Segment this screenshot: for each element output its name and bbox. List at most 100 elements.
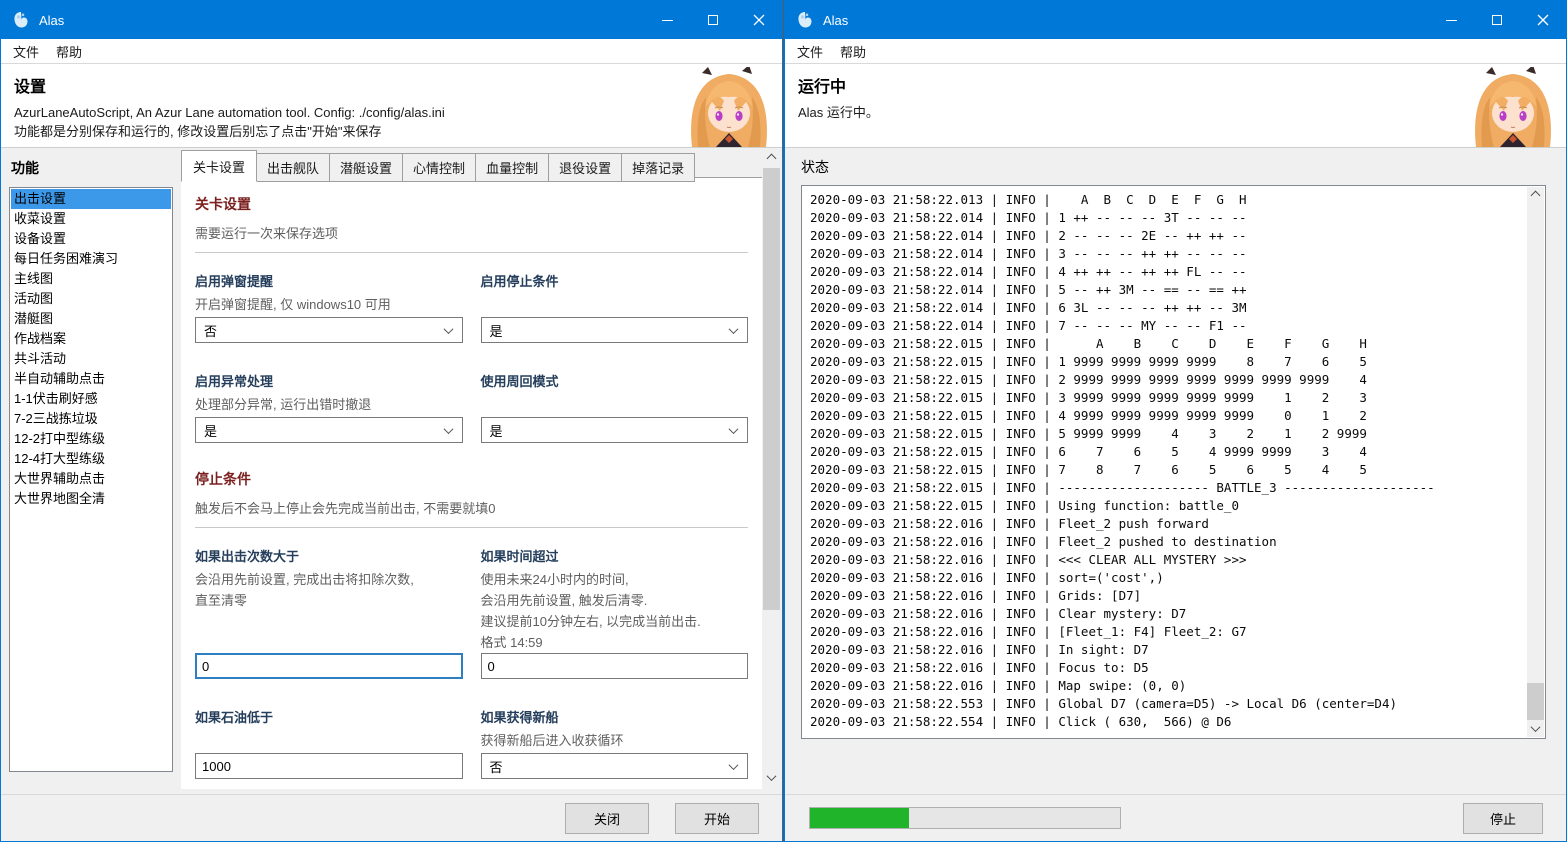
- maximize-button[interactable]: [690, 1, 736, 39]
- log-line: 2020-09-03 21:58:22.014 | INFO | 7 -- --…: [810, 317, 1527, 335]
- log-timestamp: 2020-09-03 21:58:22.014: [810, 264, 983, 279]
- tab[interactable]: 血量控制: [475, 153, 549, 182]
- log-message: sort=('cost',): [1058, 570, 1163, 585]
- dropdown[interactable]: 否: [481, 753, 749, 779]
- sidebar-item[interactable]: 12-2打中型练级: [11, 429, 171, 449]
- sidebar-item[interactable]: 设备设置: [11, 229, 171, 249]
- log-message: Using function: battle_0: [1058, 498, 1239, 513]
- maximize-button[interactable]: [1474, 1, 1520, 39]
- log-message: <<< CLEAR ALL MYSTERY >>>: [1058, 552, 1246, 567]
- log-timestamp: 2020-09-03 21:58:22.016: [810, 660, 983, 675]
- scroll-up-button[interactable]: [763, 150, 780, 167]
- minimize-button[interactable]: [644, 1, 690, 39]
- scrollbar-thumb[interactable]: [1527, 683, 1544, 720]
- scroll-up-button[interactable]: [1527, 187, 1544, 204]
- log-message: [Fleet_1: F4] Fleet_2: G7: [1058, 624, 1246, 639]
- log-line: 2020-09-03 21:58:22.016 | INFO | [Fleet_…: [810, 623, 1527, 641]
- tab[interactable]: 掉落记录: [621, 153, 695, 182]
- titlebar[interactable]: Alas: [785, 1, 1566, 39]
- stop-button[interactable]: 停止: [1463, 803, 1543, 834]
- sidebar-item[interactable]: 潜艇图: [11, 309, 171, 329]
- log-message: 5 9999 9999 4 3 2 1 2 9999: [1058, 426, 1367, 441]
- log-timestamp: 2020-09-03 21:58:22.015: [810, 354, 983, 369]
- tab[interactable]: 潜艇设置: [329, 153, 403, 182]
- sidebar-item[interactable]: 每日任务困难演习: [11, 249, 171, 269]
- close-button[interactable]: [736, 1, 782, 39]
- progress-fill: [810, 808, 909, 828]
- menu-item[interactable]: 帮助: [840, 42, 875, 61]
- log-output[interactable]: 2020-09-03 21:58:22.013 | INFO | A B C D…: [801, 185, 1546, 739]
- sidebar-item[interactable]: 7-2三战拣垃圾: [11, 409, 171, 429]
- section-heading: 停止条件: [195, 469, 748, 489]
- tab[interactable]: 心情控制: [402, 153, 476, 182]
- sidebar-heading: 功能: [11, 158, 173, 178]
- sidebar-item[interactable]: 主线图: [11, 269, 171, 289]
- tab-bar: 关卡设置出击舰队潜艇设置心情控制血量控制退役设置掉落记录: [181, 150, 762, 182]
- log-line: 2020-09-03 21:58:22.015 | INFO | 5 9999 …: [810, 425, 1527, 443]
- form-field: 启用弹窗提醒 开启弹窗提醒, 仅 windows10 可用 否: [195, 271, 463, 343]
- maximize-icon: [1492, 15, 1502, 25]
- scroll-down-button[interactable]: [1527, 720, 1544, 737]
- log-level: INFO: [1006, 336, 1036, 351]
- log-level: INFO: [1006, 678, 1036, 693]
- log-timestamp: 2020-09-03 21:58:22.016: [810, 534, 983, 549]
- field-label: 如果获得新船: [481, 707, 749, 726]
- log-message: 4 ++ ++ -- ++ ++ FL -- --: [1058, 264, 1246, 279]
- dropdown[interactable]: 否: [195, 317, 463, 343]
- sidebar-item[interactable]: 大世界地图全清: [11, 489, 171, 509]
- sidebar-item[interactable]: 作战档案: [11, 329, 171, 349]
- log-level: INFO: [1006, 516, 1036, 531]
- menu-item[interactable]: 文件: [13, 42, 48, 61]
- menu-item[interactable]: 文件: [797, 42, 832, 61]
- sidebar-item[interactable]: 收菜设置: [11, 209, 171, 229]
- log-level: INFO: [1006, 354, 1036, 369]
- tab[interactable]: 关卡设置: [181, 150, 257, 182]
- tab[interactable]: 退役设置: [548, 153, 622, 182]
- menu-item[interactable]: 帮助: [56, 42, 91, 61]
- scrollbar-thumb[interactable]: [763, 168, 780, 610]
- log-message: 3 9999 9999 9999 9999 9999 1 2 3: [1058, 390, 1367, 405]
- log-message: 5 -- ++ 3M -- == -- == ++: [1058, 282, 1246, 297]
- avatar: [1470, 67, 1556, 147]
- log-message: In sight: D7: [1058, 642, 1148, 657]
- log-timestamp: 2020-09-03 21:58:22.014: [810, 246, 983, 261]
- text-input[interactable]: [195, 753, 463, 779]
- text-input[interactable]: [195, 653, 463, 679]
- section-description: 需要运行一次来保存选项: [195, 223, 748, 242]
- dropdown[interactable]: 是: [481, 317, 749, 343]
- tab[interactable]: 出击舰队: [256, 153, 330, 182]
- log-message: 7 8 7 6 5 6 5 4 5: [1058, 462, 1367, 477]
- status-label: 状态: [801, 157, 829, 177]
- chevron-down-icon: [443, 424, 453, 434]
- titlebar[interactable]: Alas: [1, 1, 782, 39]
- minimize-button[interactable]: [1428, 1, 1474, 39]
- sidebar-item[interactable]: 1-1伏击刷好感: [11, 389, 171, 409]
- log-timestamp: 2020-09-03 21:58:22.553: [810, 696, 983, 711]
- log-level: INFO: [1006, 408, 1036, 423]
- close-settings-button[interactable]: 关闭: [565, 803, 649, 834]
- function-list[interactable]: 出击设置收菜设置设备设置每日任务困难演习主线图活动图潜艇图作战档案共斗活动半自动…: [9, 187, 173, 772]
- scroll-down-button[interactable]: [763, 769, 780, 786]
- field-description: 使用未来24小时内的时间, 会沿用先前设置, 触发后清零. 建议提前10分钟左右…: [481, 569, 749, 653]
- sidebar-item[interactable]: 大世界辅助点击: [11, 469, 171, 489]
- log-level: INFO: [1006, 444, 1036, 459]
- field-label: 启用弹窗提醒: [195, 271, 463, 290]
- text-input[interactable]: [481, 653, 749, 679]
- close-button[interactable]: [1520, 1, 1566, 39]
- minimize-icon: [662, 20, 673, 21]
- dropdown[interactable]: 是: [481, 417, 749, 443]
- sidebar-item[interactable]: 半自动辅助点击: [11, 369, 171, 389]
- log-message: 4 9999 9999 9999 9999 9999 0 1 2: [1058, 408, 1367, 423]
- sidebar-item[interactable]: 出击设置: [11, 189, 171, 209]
- sidebar-item[interactable]: 活动图: [11, 289, 171, 309]
- scrollbar[interactable]: [763, 150, 780, 786]
- log-level: INFO: [1006, 552, 1036, 567]
- log-level: INFO: [1006, 588, 1036, 603]
- sidebar-item[interactable]: 共斗活动: [11, 349, 171, 369]
- log-scrollbar[interactable]: [1527, 187, 1544, 737]
- form-field: 如果时间超过 使用未来24小时内的时间, 会沿用先前设置, 触发后清零. 建议提…: [481, 546, 749, 679]
- log-message: Click ( 630, 566) @ D6: [1058, 714, 1231, 729]
- sidebar-item[interactable]: 12-4打大型练级: [11, 449, 171, 469]
- dropdown[interactable]: 是: [195, 417, 463, 443]
- start-button[interactable]: 开始: [675, 803, 759, 834]
